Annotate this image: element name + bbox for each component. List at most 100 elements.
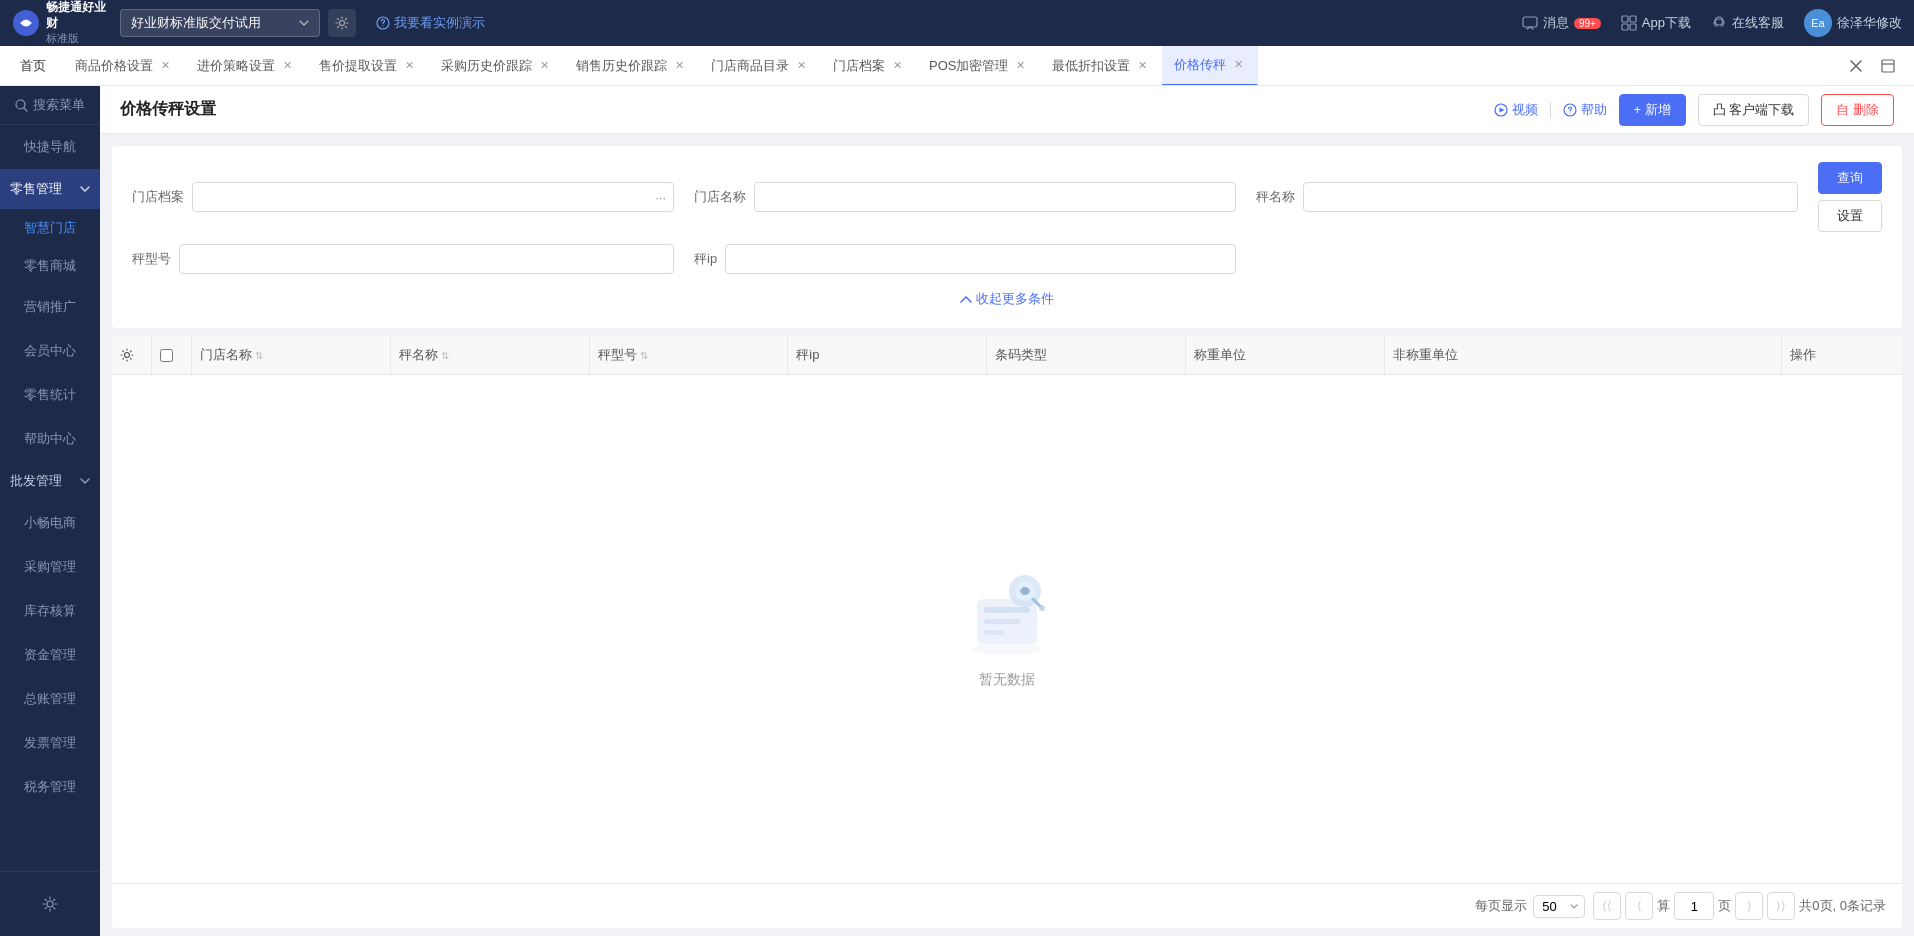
tab-sales-history[interactable]: 销售历史价跟踪 ✕ — [564, 46, 699, 86]
th-store-name[interactable]: 门店名称 ⇅ — [192, 336, 391, 374]
query-button[interactable]: 查询 — [1818, 162, 1882, 194]
pagination: 每页显示 10 20 50 100 ⟨⟨ ⟨ 算 页 ⟩ ⟩⟩ — [112, 883, 1902, 928]
tab-purchase-strategy[interactable]: 进价策略设置 ✕ — [185, 46, 307, 86]
main-layout: 搜索菜单 快捷导航 零售管理 智慧门店 零售商城 营销推广 会员中心 零售统计 … — [0, 86, 1914, 936]
tab-home[interactable]: 首页 — [4, 46, 63, 86]
app-download-action[interactable]: App下载 — [1621, 14, 1691, 32]
logo-icon — [12, 9, 40, 37]
close-tab-sale-price[interactable]: ✕ — [403, 58, 416, 73]
close-tab-goods-price[interactable]: ✕ — [159, 58, 172, 73]
online-service-action[interactable]: 在线客服 — [1711, 14, 1784, 32]
sidebar-item-retail-mall[interactable]: 零售商城 — [0, 247, 100, 285]
tab-sale-price[interactable]: 售价提取设置 ✕ — [307, 46, 429, 86]
close-tab-store-catalog[interactable]: ✕ — [795, 58, 808, 73]
chevron-up-icon — [960, 295, 972, 303]
close-tab-purchase-strategy[interactable]: ✕ — [281, 58, 294, 73]
th-non-weight-unit: 非称重单位 — [1385, 336, 1783, 374]
sidebar-search[interactable]: 搜索菜单 — [0, 86, 100, 125]
setting-button[interactable]: 设置 — [1818, 200, 1882, 232]
sidebar-item-settings[interactable] — [0, 882, 100, 926]
messages-action[interactable]: 消息 99+ — [1522, 14, 1601, 32]
store-file-input-wrap: ··· — [192, 182, 674, 212]
avatar: Ea — [1804, 9, 1832, 37]
empty-illustration — [957, 569, 1057, 659]
app-name: 畅捷通好业财 — [46, 0, 112, 31]
last-page-btn[interactable]: ⟩⟩ — [1767, 892, 1795, 920]
sidebar-item-smart-store[interactable]: 智慧门店 — [0, 209, 100, 247]
sidebar-item-help[interactable]: 帮助中心 — [0, 417, 100, 461]
sort-scale-model-icon[interactable]: ⇅ — [640, 350, 648, 361]
close-tab-sales-history[interactable]: ✕ — [673, 58, 686, 73]
svg-rect-7 — [1630, 16, 1636, 22]
sidebar-item-marketing[interactable]: 营销推广 — [0, 285, 100, 329]
sidebar-item-batch-mgmt[interactable]: 批发管理 — [0, 461, 100, 501]
top-bar-right: 消息 99+ App下载 在线客服 Ea 徐泽华修改 — [1522, 9, 1902, 37]
tab-goods-price[interactable]: 商品价格设置 ✕ — [63, 46, 185, 86]
svg-point-16 — [1569, 112, 1570, 113]
th-scale-ip: 秤ip — [788, 336, 987, 374]
tab-purchase-history[interactable]: 采购历史价跟踪 ✕ — [429, 46, 564, 86]
tab-price-scale[interactable]: 价格传秤 ✕ — [1162, 46, 1258, 86]
th-barcode-type: 条码类型 — [987, 336, 1186, 374]
collapse-button[interactable]: 收起更多条件 — [960, 286, 1054, 312]
sidebar-item-xiaoqi-ecom[interactable]: 小畅电商 — [0, 501, 100, 545]
sidebar-item-retail-mgmt[interactable]: 零售管理 — [0, 169, 100, 209]
store-name-input[interactable] — [754, 182, 1236, 212]
expand-tab-btn[interactable] — [1874, 52, 1902, 80]
sort-scale-name-icon[interactable]: ⇅ — [441, 350, 449, 361]
page-size-dropdown[interactable]: 10 20 50 100 — [1533, 895, 1585, 918]
demo-link[interactable]: 我要看实例演示 — [376, 14, 485, 32]
scale-model-input[interactable] — [179, 244, 674, 274]
sidebar-item-member[interactable]: 会员中心 — [0, 329, 100, 373]
scale-name-input-wrap — [1303, 182, 1798, 212]
sidebar-item-inventory[interactable]: 库存核算 — [0, 589, 100, 633]
page-title: 价格传秤设置 — [120, 99, 216, 120]
scale-name-input[interactable] — [1303, 182, 1798, 212]
delete-button[interactable]: 自 删除 — [1821, 94, 1894, 126]
close-tab-min-discount[interactable]: ✕ — [1136, 58, 1149, 73]
filter-scale-ip: 秤ip — [694, 244, 1236, 274]
close-tab-price-scale[interactable]: ✕ — [1232, 57, 1245, 72]
sidebar-item-general[interactable]: 总账管理 — [0, 677, 100, 721]
scale-ip-input[interactable] — [725, 244, 1236, 274]
tab-store-file[interactable]: 门店档案 ✕ — [821, 46, 917, 86]
collapse-wrap: 收起更多条件 — [132, 286, 1882, 312]
user-menu[interactable]: Ea 徐泽华修改 — [1804, 9, 1902, 37]
filter-placeholder — [1256, 244, 1798, 274]
first-page-btn[interactable]: ⟨⟨ — [1593, 892, 1621, 920]
th-scale-name[interactable]: 秤名称 ⇅ — [391, 336, 590, 374]
close-tab-pos-encrypt[interactable]: ✕ — [1014, 58, 1027, 73]
th-checkbox[interactable] — [152, 336, 192, 374]
sidebar-item-invoice[interactable]: 发票管理 — [0, 721, 100, 765]
th-scale-model[interactable]: 秤型号 ⇅ — [590, 336, 789, 374]
sidebar-item-funds[interactable]: 资金管理 — [0, 633, 100, 677]
sidebar-item-retail-stats[interactable]: 零售统计 — [0, 373, 100, 417]
select-all-checkbox[interactable] — [160, 349, 173, 362]
close-tab-store-file[interactable]: ✕ — [891, 58, 904, 73]
tab-min-discount[interactable]: 最低折扣设置 ✕ — [1040, 46, 1162, 86]
video-link[interactable]: 视频 — [1494, 101, 1538, 119]
page-header: 价格传秤设置 视频 帮助 + 新增 凸 客户端下载 自 删除 — [100, 86, 1914, 134]
tab-store-catalog[interactable]: 门店商品目录 ✕ — [699, 46, 821, 86]
headset-icon — [1711, 15, 1727, 31]
tab-pos-encrypt[interactable]: POS加密管理 ✕ — [917, 46, 1040, 86]
download-button[interactable]: 凸 客户端下载 — [1698, 94, 1810, 126]
video-icon — [1494, 103, 1508, 117]
add-button[interactable]: + 新增 — [1619, 94, 1686, 126]
content-area: 价格传秤设置 视频 帮助 + 新增 凸 客户端下载 自 删除 门店 — [100, 86, 1914, 936]
help-link[interactable]: 帮助 — [1563, 101, 1607, 119]
prev-page-btn[interactable]: ⟨ — [1625, 892, 1653, 920]
settings-icon[interactable] — [328, 9, 356, 37]
close-tab-purchase-history[interactable]: ✕ — [538, 58, 551, 73]
close-tab-btn[interactable] — [1842, 52, 1870, 80]
more-icon[interactable]: ··· — [655, 190, 666, 205]
version-selector[interactable]: 好业财标准版交付试用 — [120, 9, 320, 37]
page-input[interactable] — [1674, 892, 1714, 920]
sidebar-item-purchase[interactable]: 采购管理 — [0, 545, 100, 589]
sort-store-name-icon[interactable]: ⇅ — [255, 350, 263, 361]
th-settings[interactable] — [112, 336, 152, 374]
sidebar-item-quick-nav[interactable]: 快捷导航 — [0, 125, 100, 169]
sidebar-item-tax[interactable]: 税务管理 — [0, 765, 100, 809]
store-file-input[interactable] — [192, 182, 674, 212]
next-page-btn[interactable]: ⟩ — [1735, 892, 1763, 920]
